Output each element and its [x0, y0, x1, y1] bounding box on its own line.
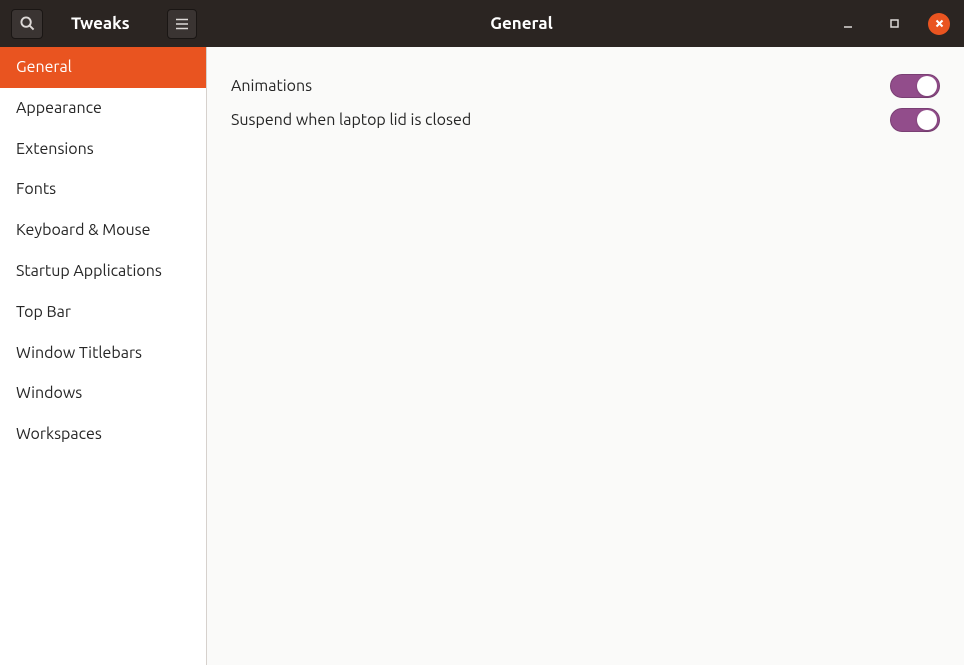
content-pane: Animations Suspend when laptop lid is clo… — [207, 47, 964, 665]
sidebar-item-workspaces[interactable]: Workspaces — [0, 414, 206, 455]
hamburger-menu-button[interactable] — [167, 9, 197, 39]
sidebar-item-label: Windows — [16, 384, 82, 402]
search-icon — [20, 16, 35, 31]
search-button[interactable] — [11, 9, 43, 39]
app-title: Tweaks — [71, 14, 130, 33]
sidebar-item-label: Keyboard & Mouse — [16, 221, 150, 239]
body-area: General Appearance Extensions Fonts Keyboard… — [0, 47, 964, 665]
titlebar: Tweaks General — [0, 0, 964, 47]
sidebar-item-label: Extensions — [16, 140, 94, 158]
sidebar-item-appearance[interactable]: Appearance — [0, 88, 206, 129]
sidebar-item-label: Appearance — [16, 99, 102, 117]
minimize-button[interactable] — [836, 12, 860, 36]
toggle-suspend-when-laptop-lid-is-closed[interactable] — [890, 108, 940, 132]
close-button[interactable] — [928, 13, 950, 35]
sidebar-item-startup-applications[interactable]: Startup Applications — [0, 251, 206, 292]
sidebar-item-fonts[interactable]: Fonts — [0, 169, 206, 210]
sidebar-item-window-titlebars[interactable]: Window Titlebars — [0, 333, 206, 374]
sidebar-item-label: Fonts — [16, 180, 56, 198]
sidebar-item-extensions[interactable]: Extensions — [0, 129, 206, 170]
close-icon — [935, 19, 944, 28]
sidebar-item-label: Window Titlebars — [16, 344, 142, 362]
titlebar-center: General — [207, 14, 836, 33]
setting-row: Animations — [231, 73, 940, 99]
minimize-icon — [843, 19, 853, 29]
sidebar-item-label: Startup Applications — [16, 262, 162, 280]
toggle-knob — [917, 110, 937, 130]
sidebar-item-label: Workspaces — [16, 425, 102, 443]
hamburger-icon — [175, 18, 189, 30]
window-title: General — [490, 14, 553, 33]
sidebar-item-general[interactable]: General — [0, 47, 206, 88]
titlebar-left: Tweaks — [0, 0, 207, 47]
sidebar-item-keyboard-mouse[interactable]: Keyboard & Mouse — [0, 210, 206, 251]
sidebar-item-label: Top Bar — [16, 303, 71, 321]
window-controls — [836, 12, 964, 36]
sidebar-item-label: General — [16, 58, 72, 76]
maximize-button[interactable] — [882, 12, 906, 36]
toggle-knob — [917, 76, 937, 96]
setting-label: Suspend when laptop lid is closed — [231, 111, 471, 129]
sidebar: General Appearance Extensions Fonts Keyboard… — [0, 47, 207, 665]
sidebar-item-windows[interactable]: Windows — [0, 373, 206, 414]
setting-row: Suspend when laptop lid is closed — [231, 107, 940, 133]
setting-label: Animations — [231, 77, 312, 95]
maximize-icon — [890, 19, 899, 28]
sidebar-item-top-bar[interactable]: Top Bar — [0, 292, 206, 333]
toggle-animations[interactable] — [890, 74, 940, 98]
